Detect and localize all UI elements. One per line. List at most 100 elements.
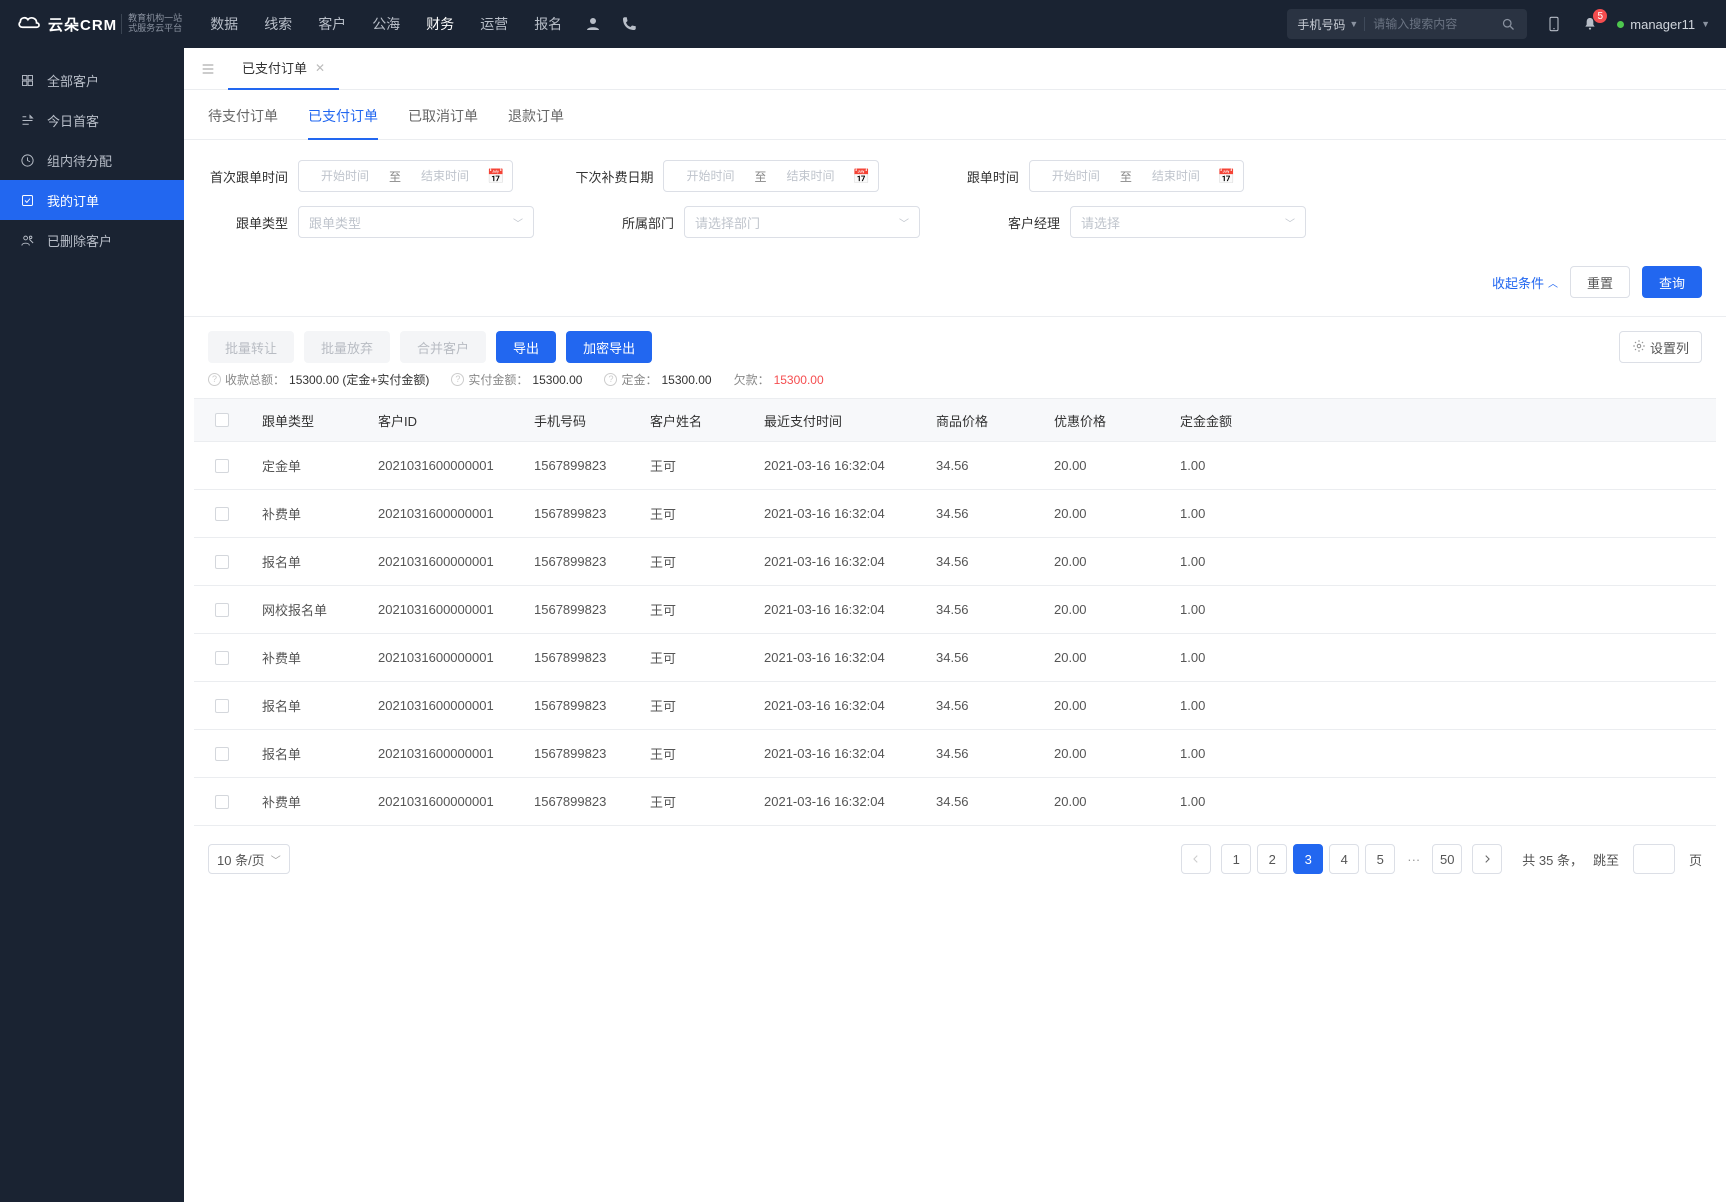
- user-menu[interactable]: manager11 ▼: [1617, 17, 1710, 32]
- sidebar-item[interactable]: 我的订单: [0, 180, 184, 220]
- batch-abandon-button[interactable]: 批量放弃: [304, 331, 390, 363]
- row-checkbox[interactable]: [215, 459, 229, 473]
- sidebar-item[interactable]: 今日首客: [0, 100, 184, 140]
- search-input[interactable]: [1373, 17, 1493, 31]
- page-number[interactable]: 4: [1329, 844, 1359, 874]
- close-icon[interactable]: ✕: [315, 61, 325, 75]
- table-header: 跟单类型 客户ID 手机号码 客户姓名 最近支付时间 商品价格 优惠价格 定金金…: [194, 398, 1716, 442]
- collapse-filters[interactable]: 收起条件 ︿: [1492, 273, 1558, 292]
- cell-discount: 20.00: [1054, 554, 1180, 569]
- user-icon[interactable]: [584, 15, 602, 33]
- start-date-input[interactable]: [307, 169, 383, 183]
- sidebar-item[interactable]: 全部客户: [0, 60, 184, 100]
- total-value: 15300.00: [662, 373, 712, 387]
- end-date-input[interactable]: [1138, 169, 1214, 183]
- table-row[interactable]: 网校报名单20210316000000011567899823王可2021-03…: [194, 586, 1716, 634]
- cell-phone: 1567899823: [534, 554, 650, 569]
- cell-id: 2021031600000001: [378, 746, 534, 761]
- nav-item[interactable]: 线索: [264, 14, 292, 34]
- nav-item[interactable]: 报名: [534, 14, 562, 34]
- page-last[interactable]: 50: [1432, 844, 1462, 874]
- export-button[interactable]: 导出: [496, 331, 556, 363]
- merge-button[interactable]: 合并客户: [400, 331, 486, 363]
- row-checkbox[interactable]: [215, 555, 229, 569]
- cloud-icon: [16, 11, 42, 37]
- table-row[interactable]: 补费单20210316000000011567899823王可2021-03-1…: [194, 778, 1716, 826]
- search-box[interactable]: 手机号码 ▼: [1287, 9, 1527, 39]
- start-date-input[interactable]: [1038, 169, 1114, 183]
- select-all-checkbox[interactable]: [215, 413, 229, 427]
- reset-button[interactable]: 重置: [1570, 266, 1630, 298]
- info-icon: ?: [451, 373, 464, 386]
- row-checkbox[interactable]: [215, 507, 229, 521]
- page-number[interactable]: 1: [1221, 844, 1251, 874]
- table-row[interactable]: 报名单20210316000000011567899823王可2021-03-1…: [194, 682, 1716, 730]
- subtab[interactable]: 退款订单: [508, 106, 564, 140]
- subtab[interactable]: 已支付订单: [308, 106, 378, 140]
- next-page-button[interactable]: [1472, 844, 1502, 874]
- filter-label: 客户经理: [980, 213, 1060, 232]
- phone-icon[interactable]: [620, 15, 638, 33]
- search-icon[interactable]: [1499, 15, 1517, 33]
- sidebar-icon: [20, 73, 35, 88]
- type-select[interactable]: 跟单类型 ﹀: [298, 206, 534, 238]
- bell-icon[interactable]: 5: [1581, 15, 1599, 33]
- nav-item[interactable]: 客户: [318, 14, 346, 34]
- column-settings-button[interactable]: 设置列: [1619, 331, 1702, 363]
- total-label: 收款总额：: [225, 371, 285, 388]
- sidebar-item[interactable]: 组内待分配: [0, 140, 184, 180]
- chevron-down-icon: ﹀: [1285, 215, 1295, 230]
- row-checkbox[interactable]: [215, 747, 229, 761]
- cell-deposit: 1.00: [1180, 794, 1716, 809]
- nav-item[interactable]: 财务: [426, 14, 454, 34]
- table-row[interactable]: 补费单20210316000000011567899823王可2021-03-1…: [194, 634, 1716, 682]
- menu-toggle-icon[interactable]: [194, 55, 222, 83]
- batch-transfer-button[interactable]: 批量转让: [208, 331, 294, 363]
- subtab[interactable]: 待支付订单: [208, 106, 278, 140]
- cell-time: 2021-03-16 16:32:04: [764, 554, 936, 569]
- subtab[interactable]: 已取消订单: [408, 106, 478, 140]
- start-date-input[interactable]: [672, 169, 748, 183]
- info-icon: ?: [604, 373, 617, 386]
- cell-phone: 1567899823: [534, 506, 650, 521]
- jump-input[interactable]: [1633, 844, 1675, 874]
- tab-paid-orders[interactable]: 已支付订单 ✕: [228, 48, 339, 90]
- end-date-input[interactable]: [407, 169, 483, 183]
- table-row[interactable]: 报名单20210316000000011567899823王可2021-03-1…: [194, 538, 1716, 586]
- table-row[interactable]: 定金单20210316000000011567899823王可2021-03-1…: [194, 442, 1716, 490]
- page-number[interactable]: 3: [1293, 844, 1323, 874]
- query-button[interactable]: 查询: [1642, 266, 1702, 298]
- nav-item[interactable]: 运营: [480, 14, 508, 34]
- encrypted-export-button[interactable]: 加密导出: [566, 331, 652, 363]
- table-row[interactable]: 补费单20210316000000011567899823王可2021-03-1…: [194, 490, 1716, 538]
- cell-name: 王可: [650, 744, 764, 763]
- totals: ? 收款总额： 15300.00 (定金+实付金额) ? 实付金额： 15300…: [184, 371, 1726, 398]
- row-checkbox[interactable]: [215, 795, 229, 809]
- row-checkbox[interactable]: [215, 699, 229, 713]
- row-checkbox[interactable]: [215, 651, 229, 665]
- nav-item[interactable]: 公海: [372, 14, 400, 34]
- cell-discount: 20.00: [1054, 746, 1180, 761]
- calendar-icon: 📅: [852, 168, 869, 185]
- sidebar-item[interactable]: 已删除客户: [0, 220, 184, 260]
- page-size-select[interactable]: 10 条/页 ﹀: [208, 844, 290, 874]
- date-range[interactable]: 至 📅: [298, 160, 513, 192]
- cell-name: 王可: [650, 648, 764, 667]
- page-number[interactable]: 5: [1365, 844, 1395, 874]
- page-number[interactable]: 2: [1257, 844, 1287, 874]
- date-range[interactable]: 至 📅: [1029, 160, 1244, 192]
- prev-page-button[interactable]: [1181, 844, 1211, 874]
- end-date-input[interactable]: [772, 169, 848, 183]
- search-type[interactable]: 手机号码: [1297, 16, 1345, 33]
- table-row[interactable]: 报名单20210316000000011567899823王可2021-03-1…: [194, 730, 1716, 778]
- nav-item[interactable]: 数据: [210, 14, 238, 34]
- cell-type: 报名单: [250, 696, 378, 715]
- date-range[interactable]: 至 📅: [663, 160, 878, 192]
- manager-select[interactable]: 请选择 ﹀: [1070, 206, 1306, 238]
- select-placeholder: 请选择: [1081, 213, 1120, 232]
- cell-name: 王可: [650, 600, 764, 619]
- mobile-icon[interactable]: [1545, 15, 1563, 33]
- row-checkbox[interactable]: [215, 603, 229, 617]
- dept-select[interactable]: 请选择部门 ﹀: [684, 206, 920, 238]
- cell-type: 补费单: [250, 792, 378, 811]
